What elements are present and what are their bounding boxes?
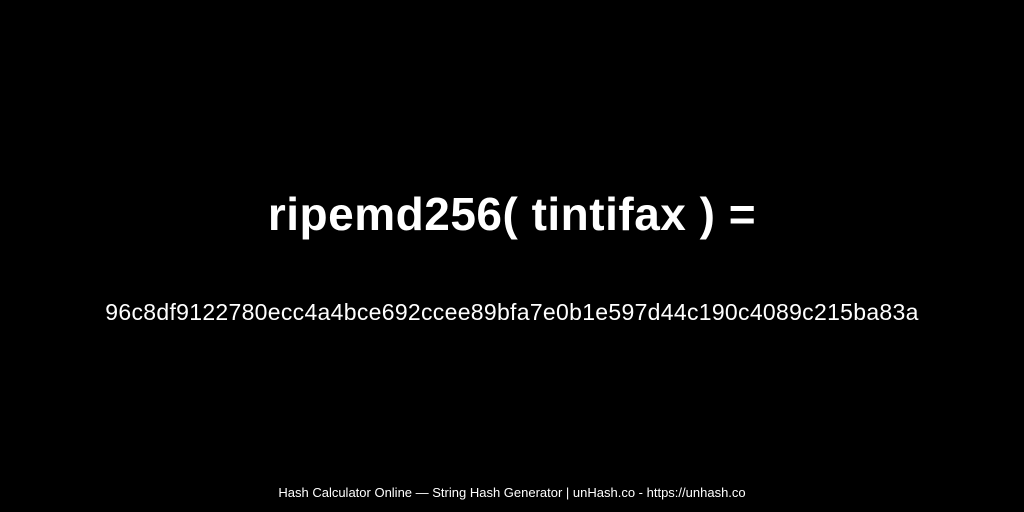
- footer-attribution: Hash Calculator Online — String Hash Gen…: [0, 485, 1024, 500]
- hash-expression-title: ripemd256( tintifax ) =: [268, 187, 756, 241]
- main-content: ripemd256( tintifax ) = 96c8df9122780ecc…: [0, 0, 1024, 512]
- hash-output-value: 96c8df9122780ecc4a4bce692ccee89bfa7e0b1e…: [105, 299, 918, 326]
